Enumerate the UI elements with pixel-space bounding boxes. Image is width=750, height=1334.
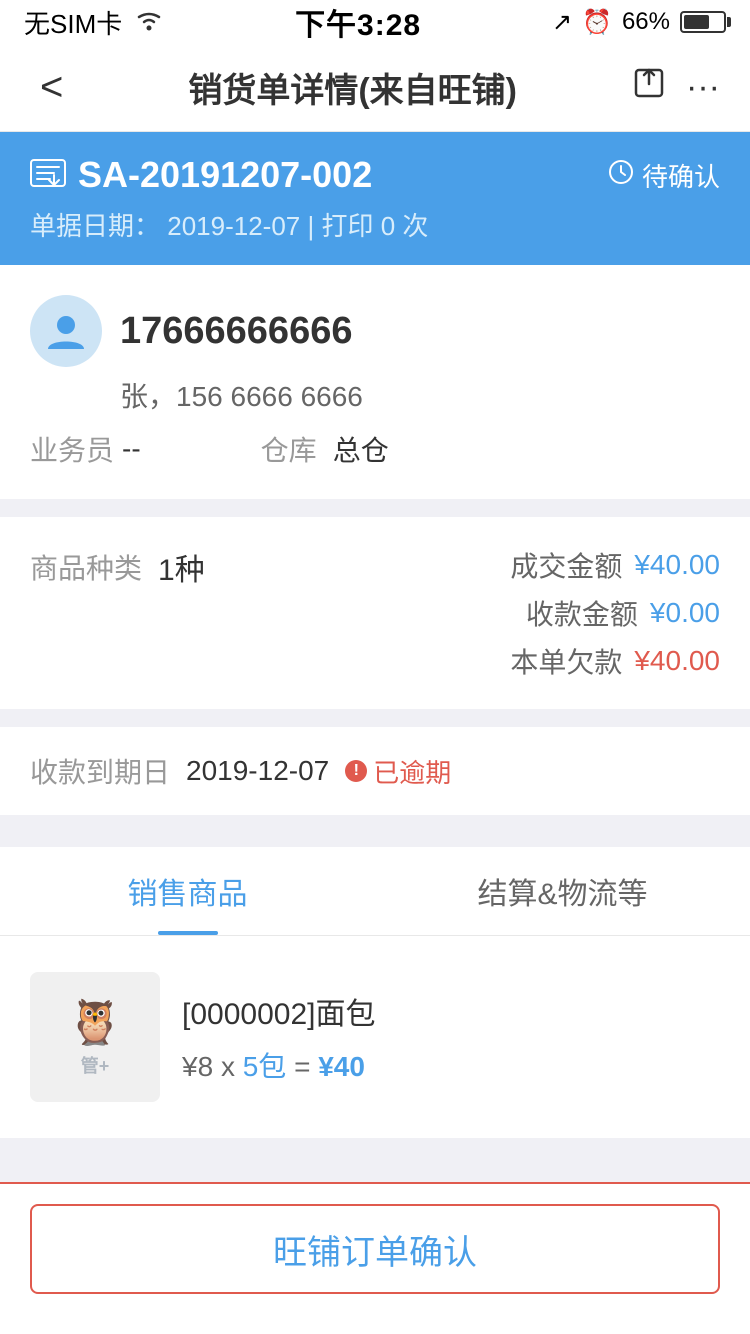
customer-name: 张，156 6666 6666 bbox=[120, 375, 720, 415]
type-value: 1种 bbox=[158, 545, 205, 589]
product-row: 🦉 管+ [0000002]面包 ¥8 x 5包 = ¥40 bbox=[30, 956, 720, 1118]
brand-text: 管+ bbox=[81, 1052, 110, 1078]
carrier-text: 无SIM卡 bbox=[24, 4, 122, 41]
order-icon bbox=[30, 154, 66, 196]
tab-sales-products[interactable]: 销售商品 bbox=[0, 847, 375, 935]
deal-label: 成交金额 bbox=[510, 545, 622, 585]
share-icon[interactable] bbox=[632, 66, 666, 109]
summary-left: 商品种类 1种 bbox=[30, 545, 205, 589]
warehouse-label: 仓库 bbox=[261, 429, 317, 469]
debt-value: ¥40.00 bbox=[634, 645, 720, 677]
product-price-row: ¥8 x 5包 = ¥40 bbox=[182, 1045, 720, 1085]
battery-icon bbox=[680, 11, 726, 33]
order-meta: 单据日期： 2019-12-07 | 打印 0 次 bbox=[30, 206, 720, 243]
divider-1 bbox=[0, 501, 750, 517]
wifi-icon bbox=[134, 7, 164, 38]
confirm-button-label: 旺铺订单确认 bbox=[273, 1225, 477, 1274]
brand-owl-icon: 🦉 bbox=[68, 996, 123, 1048]
page-title: 销货单详情(来自旺铺) bbox=[188, 63, 517, 112]
deal-amount-row: 成交金额 ¥40.00 bbox=[510, 545, 720, 585]
receipt-amount-row: 收款金额 ¥0.00 bbox=[526, 593, 720, 633]
sales-item: 业务员 -- bbox=[30, 429, 141, 469]
status-text: 待确认 bbox=[642, 157, 720, 194]
avatar bbox=[30, 295, 102, 367]
customer-section: 17666666666 张，156 6666 6666 业务员 -- 仓库 总仓 bbox=[0, 265, 750, 499]
location-icon: ↗ bbox=[552, 8, 572, 37]
summary-right: 成交金额 ¥40.00 收款金额 ¥0.00 本单欠款 ¥40.00 bbox=[510, 545, 720, 681]
confirm-order-button[interactable]: 旺铺订单确认 bbox=[30, 1204, 720, 1294]
debt-label: 本单欠款 bbox=[510, 641, 622, 681]
product-name: [0000002]面包 bbox=[182, 989, 720, 1033]
order-id-row: SA-20191207-002 bbox=[30, 154, 372, 196]
battery-percent: 66% bbox=[622, 8, 670, 36]
customer-row: 17666666666 bbox=[30, 295, 720, 367]
overdue-badge: ! 已逾期 bbox=[345, 753, 451, 790]
status-right: ↗ ⏰ 66% bbox=[552, 8, 726, 37]
status-left: 无SIM卡 bbox=[24, 4, 164, 41]
summary-row: 商品种类 1种 成交金额 ¥40.00 收款金额 ¥0.00 本单欠款 ¥40.… bbox=[30, 545, 720, 681]
product-thumbnail: 🦉 管+ bbox=[30, 972, 160, 1102]
sales-value: -- bbox=[122, 433, 141, 465]
nav-actions: ··· bbox=[632, 66, 720, 109]
summary-section: 商品种类 1种 成交金额 ¥40.00 收款金额 ¥0.00 本单欠款 ¥40.… bbox=[0, 517, 750, 709]
status-badge: 待确认 bbox=[608, 157, 720, 194]
type-label: 商品种类 bbox=[30, 547, 142, 587]
equals-sign: = bbox=[294, 1051, 318, 1082]
warehouse-item: 仓库 总仓 bbox=[261, 429, 389, 469]
overdue-text: 已逾期 bbox=[373, 753, 451, 790]
due-date: 2019-12-07 bbox=[186, 755, 329, 787]
deal-value: ¥40.00 bbox=[634, 549, 720, 581]
time-display: 下午3:28 bbox=[295, 0, 421, 44]
tab-label-settlement: 结算&物流等 bbox=[477, 869, 647, 913]
due-section: 收款到期日 2019-12-07 ! 已逾期 bbox=[0, 727, 750, 815]
nav-bar: < 销货单详情(来自旺铺) ··· bbox=[0, 44, 750, 132]
tab-settlement[interactable]: 结算&物流等 bbox=[375, 847, 750, 935]
debt-amount-row: 本单欠款 ¥40.00 bbox=[510, 641, 720, 681]
receipt-value: ¥0.00 bbox=[650, 597, 720, 629]
more-icon[interactable]: ··· bbox=[686, 68, 720, 107]
divider-2 bbox=[0, 711, 750, 727]
warehouse-value: 总仓 bbox=[333, 429, 389, 469]
multiply-sign: x bbox=[221, 1051, 243, 1082]
alarm-icon: ⏰ bbox=[582, 8, 612, 37]
quantity: 5包 bbox=[243, 1051, 287, 1082]
sales-label: 业务员 bbox=[30, 429, 114, 469]
clock-icon bbox=[608, 159, 634, 192]
tab-label-sales: 销售商品 bbox=[128, 869, 248, 913]
price-unit: ¥8 bbox=[182, 1051, 213, 1082]
total-price: ¥40 bbox=[318, 1051, 365, 1082]
due-label: 收款到期日 bbox=[30, 751, 170, 791]
status-bar: 无SIM卡 下午3:28 ↗ ⏰ 66% bbox=[0, 0, 750, 44]
bottom-bar: 旺铺订单确认 bbox=[0, 1182, 750, 1334]
back-button[interactable]: < bbox=[30, 55, 73, 120]
products-section: 🦉 管+ [0000002]面包 ¥8 x 5包 = ¥40 bbox=[0, 936, 750, 1138]
tab-underline bbox=[158, 931, 218, 935]
order-number: SA-20191207-002 bbox=[78, 154, 372, 196]
receipt-label: 收款金额 bbox=[526, 593, 638, 633]
header-card: SA-20191207-002 待确认 单据日期： 2019-12-07 | 打… bbox=[0, 132, 750, 265]
divider-3 bbox=[0, 831, 750, 847]
overdue-dot: ! bbox=[345, 760, 367, 782]
customer-phone: 17666666666 bbox=[120, 310, 352, 353]
product-info: [0000002]面包 ¥8 x 5包 = ¥40 bbox=[182, 989, 720, 1085]
customer-meta-row: 业务员 -- 仓库 总仓 bbox=[30, 429, 720, 469]
tabs-section: 销售商品 结算&物流等 bbox=[0, 847, 750, 936]
